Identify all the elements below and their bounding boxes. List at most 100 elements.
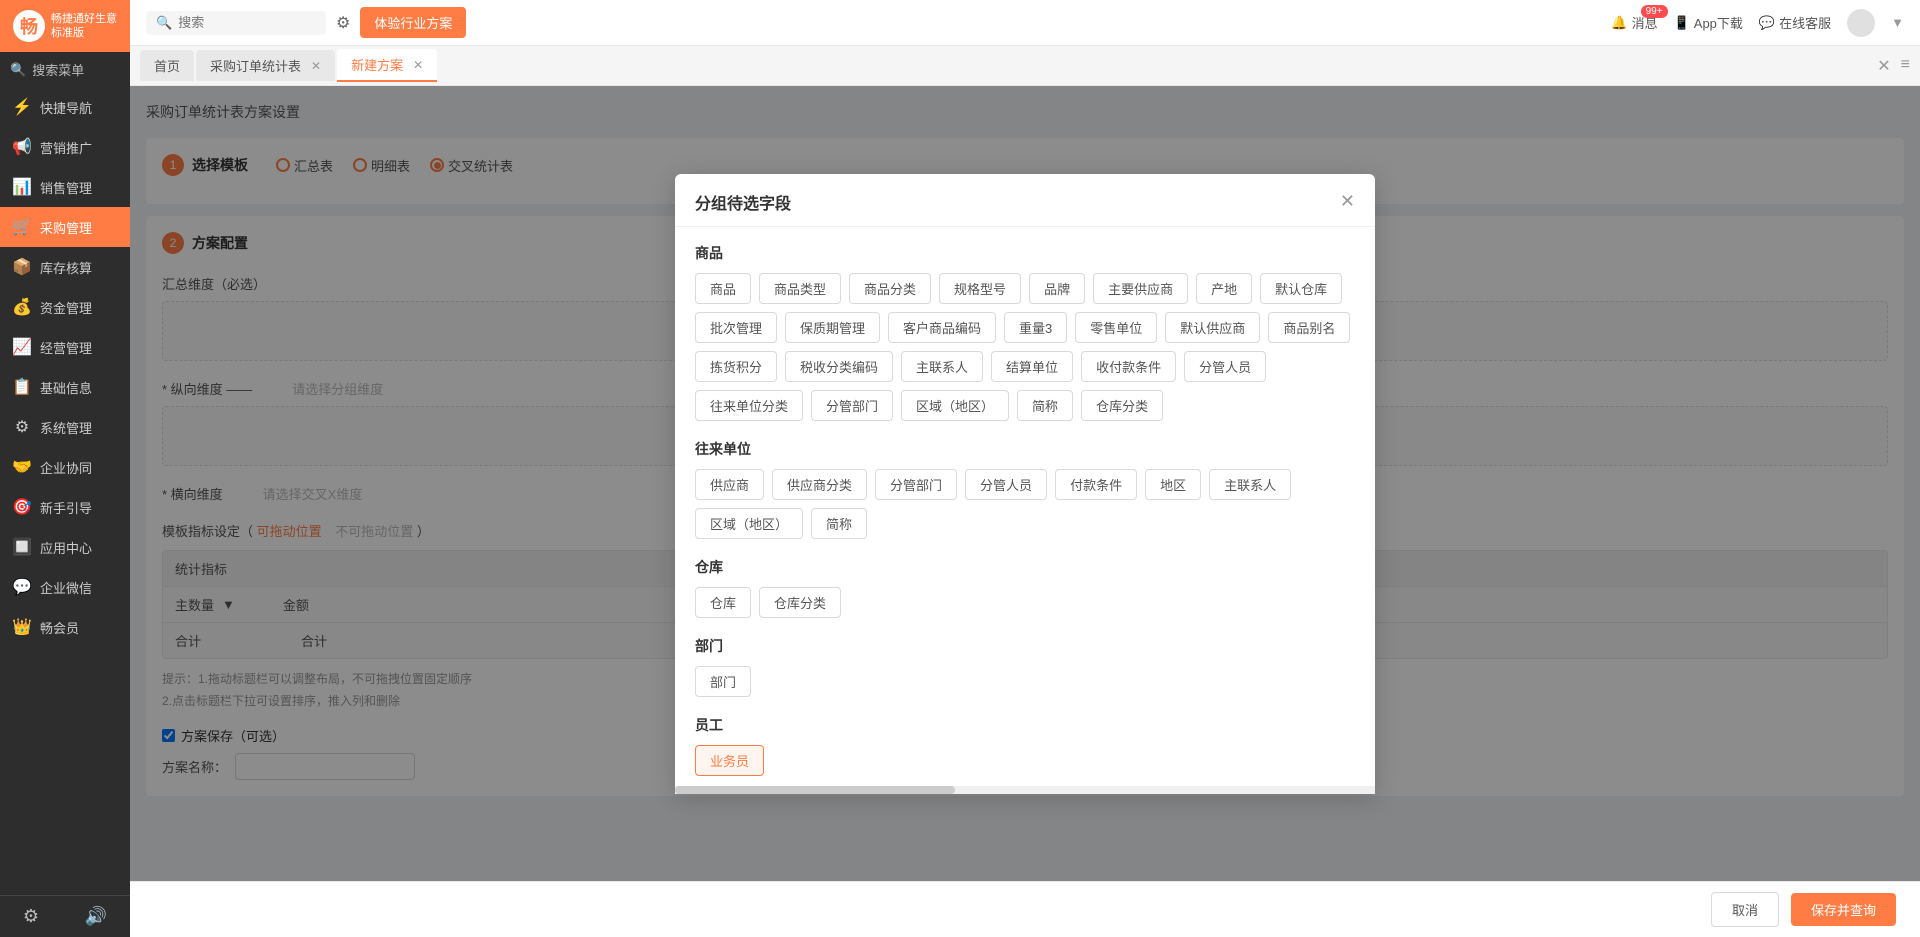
tag-goods-18[interactable]: 结算单位 [991,351,1073,382]
tag-contact-8[interactable]: 简称 [811,508,867,539]
tag-goods-23[interactable]: 区域（地区） [901,390,1009,421]
settings-bottom-icon[interactable]: ⚙ [23,906,39,927]
modal-overlay: 分组待选字段 ✕ 商品 商品 商品类型 商品分类 规格型号 [130,86,1920,881]
sidebar-item-guide[interactable]: 🎯 新手引导 [0,487,130,527]
sidebar-item-collab[interactable]: 🤝 企业协同 [0,447,130,487]
tag-goods-4[interactable]: 品牌 [1029,273,1085,304]
sidebar-item-marketing[interactable]: 📢 营销推广 [0,127,130,167]
tag-goods-6[interactable]: 产地 [1196,273,1252,304]
sidebar-search[interactable]: 🔍 搜索菜单 [0,52,130,87]
sidebar-item-wechat[interactable]: 💬 企业微信 [0,567,130,607]
member-icon: 👑 [12,617,32,637]
tag-warehouse-1[interactable]: 仓库分类 [759,587,841,618]
online-service-item[interactable]: 💬 在线客服 [1759,13,1831,32]
guide-icon: 🎯 [12,497,32,517]
tab-purchase-stats-close[interactable]: ✕ [311,59,321,73]
tab-menu-icon[interactable]: ≡ [1901,56,1910,76]
tag-staff-0[interactable]: 业务员 [695,745,764,776]
tag-goods-17[interactable]: 主联系人 [901,351,983,382]
save-button[interactable]: 保存并查询 [1791,893,1896,926]
section-dept-tags: 部门 [695,666,1355,697]
tag-goods-9[interactable]: 保质期管理 [785,312,880,343]
basic-info-icon: 📋 [12,377,32,397]
sidebar-item-finance[interactable]: 💰 资金管理 [0,287,130,327]
header-gear-icon[interactable]: ⚙ [336,13,350,33]
tag-contact-6[interactable]: 主联系人 [1209,469,1291,500]
tag-goods-15[interactable]: 拣货积分 [695,351,777,382]
modal-close-button[interactable]: ✕ [1340,191,1355,212]
operations-icon: 📈 [12,337,32,357]
tab-new-plan[interactable]: 新建方案 ✕ [337,49,437,82]
tag-goods-16[interactable]: 税收分类编码 [785,351,893,382]
sidebar-logo[interactable]: 畅 畅捷通好生意 标准版 [0,0,130,52]
sidebar-item-quick[interactable]: ⚡ 快捷导航 [0,87,130,127]
tag-warehouse-0[interactable]: 仓库 [695,587,751,618]
tag-goods-3[interactable]: 规格型号 [939,273,1021,304]
tag-goods-5[interactable]: 主要供应商 [1093,273,1188,304]
tag-goods-2[interactable]: 商品分类 [849,273,931,304]
action-bar: 取消 保存并查询 [130,881,1920,937]
tag-contact-1[interactable]: 供应商分类 [772,469,867,500]
tag-goods-11[interactable]: 重量3 [1004,312,1067,343]
sidebar-nav: ⚡ 快捷导航 📢 营销推广 📊 销售管理 🛒 采购管理 📦 库存核算 💰 [0,87,130,895]
section-warehouse-title: 仓库 [695,557,1355,577]
tab-new-plan-close[interactable]: ✕ [413,58,423,72]
app-header: 🔍 ⚙ 体验行业方案 🔔 消息 99+ 📱 App下载 💬 在 [130,0,1920,46]
tag-goods-0[interactable]: 商品 [695,273,751,304]
sidebar-item-operations[interactable]: 📈 经营管理 [0,327,130,367]
sidebar-item-purchase[interactable]: 🛒 采购管理 [0,207,130,247]
tag-contact-3[interactable]: 分管人员 [965,469,1047,500]
sidebar-item-system[interactable]: ⚙ 系统管理 [0,407,130,447]
tag-dept-0[interactable]: 部门 [695,666,751,697]
tag-contact-2[interactable]: 分管部门 [875,469,957,500]
tag-goods-20[interactable]: 分管人员 [1184,351,1266,382]
tag-contact-5[interactable]: 地区 [1145,469,1201,500]
tag-goods-7[interactable]: 默认仓库 [1260,273,1342,304]
sales-icon: 📊 [12,177,32,197]
sidebar-item-sales[interactable]: 📊 销售管理 [0,167,130,207]
tag-goods-22[interactable]: 分管部门 [811,390,893,421]
cancel-button[interactable]: 取消 [1711,892,1779,927]
tag-goods-12[interactable]: 零售单位 [1075,312,1157,343]
tag-goods-10[interactable]: 客户商品编码 [888,312,996,343]
header-caret-icon[interactable]: ▼ [1891,15,1904,30]
main-content: 🔍 ⚙ 体验行业方案 🔔 消息 99+ 📱 App下载 💬 在 [130,0,1920,937]
service-icon: 💬 [1759,15,1775,31]
sidebar-item-member[interactable]: 👑 畅会员 [0,607,130,647]
modal-scrollbar-thumb [675,786,955,794]
sidebar-item-apps[interactable]: 🔲 应用中心 [0,527,130,567]
tab-purchase-stats[interactable]: 采购订单统计表 ✕ [196,50,335,81]
audio-bottom-icon[interactable]: 🔊 [85,906,107,927]
section-staff-title: 员工 [695,715,1355,735]
search-icon: 🔍 [10,62,26,78]
modal-scrollbar-h[interactable] [675,786,1375,794]
tag-contact-7[interactable]: 区域（地区） [695,508,803,539]
tag-contact-4[interactable]: 付款条件 [1055,469,1137,500]
tab-close-all-icon[interactable]: ✕ [1877,56,1890,76]
quick-nav-icon: ⚡ [12,97,32,117]
notification-badge: 99+ [1641,5,1668,18]
tag-goods-1[interactable]: 商品类型 [759,273,841,304]
tag-goods-13[interactable]: 默认供应商 [1165,312,1260,343]
sidebar-logo-icon: 畅 [13,10,45,42]
tag-goods-21[interactable]: 往来单位分类 [695,390,803,421]
header-search-icon: 🔍 [156,15,172,31]
sidebar-item-basic-info[interactable]: 📋 基础信息 [0,367,130,407]
tab-home[interactable]: 首页 [140,50,194,81]
experience-button[interactable]: 体验行业方案 [360,7,466,38]
tag-goods-24[interactable]: 简称 [1017,390,1073,421]
notification-item[interactable]: 🔔 消息 99+ [1611,13,1657,32]
app-download-item[interactable]: 📱 App下载 [1674,13,1743,32]
tag-goods-25[interactable]: 仓库分类 [1081,390,1163,421]
tag-goods-8[interactable]: 批次管理 [695,312,777,343]
user-avatar[interactable] [1847,9,1875,37]
header-search-box[interactable]: 🔍 [146,11,326,35]
app-download-icon: 📱 [1674,15,1690,31]
tag-contact-0[interactable]: 供应商 [695,469,764,500]
header-search-input[interactable] [178,15,298,30]
system-icon: ⚙ [12,417,32,437]
tag-goods-14[interactable]: 商品别名 [1268,312,1350,343]
section-staff-tags: 业务员 [695,745,1355,776]
sidebar-item-inventory[interactable]: 📦 库存核算 [0,247,130,287]
tag-goods-19[interactable]: 收付款条件 [1081,351,1176,382]
